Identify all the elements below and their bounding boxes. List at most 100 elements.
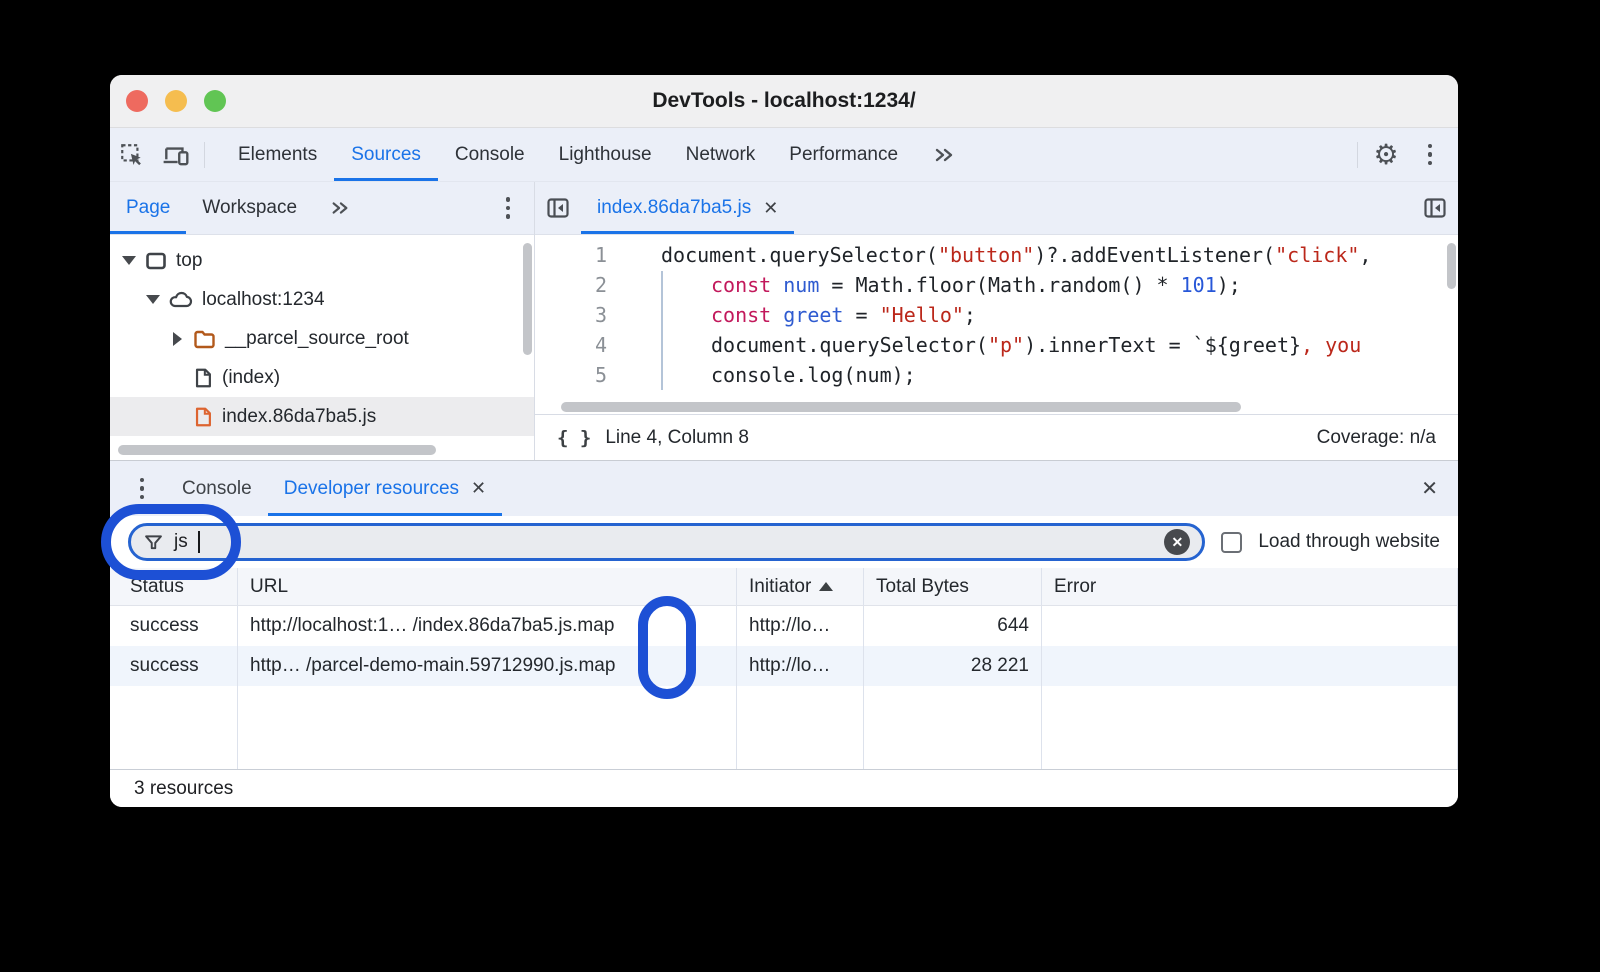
filter-value: js [174,531,188,553]
toggle-navigator-button[interactable] [535,182,581,234]
tree-item-localhost[interactable]: localhost:1234 [110,280,534,319]
navigator-menu-button[interactable] [490,190,526,226]
tab-console[interactable]: Console [438,128,542,181]
load-through-website-label: Load through website [1258,531,1440,553]
cloud-icon [168,288,194,312]
table-row[interactable]: successhttp… /parcel-demo-main.59712990.… [110,646,1458,686]
close-drawer-icon[interactable]: ✕ [1421,476,1438,501]
code-line-1: 1document.querySelector("button")?.addEv… [535,240,1458,270]
cell-error [1042,606,1458,646]
pretty-print-icon[interactable]: { } [557,427,591,449]
chevron-double-right-icon [329,198,351,218]
table-header-cell-initiator[interactable]: Initiator [737,568,864,605]
device-toolbar-button[interactable] [154,128,198,181]
navigator-tab-strip: Page Workspace [110,182,534,235]
line-number[interactable]: 1 [535,243,607,267]
more-panels-button[interactable] [915,128,973,181]
tab-lighthouse[interactable]: Lighthouse [542,128,669,181]
settings-button[interactable]: ⚙ [1364,128,1408,181]
chevron-double-right-icon [932,144,956,166]
tab-network[interactable]: Network [669,128,773,181]
gear-icon: ⚙ [1373,141,1398,169]
drawer-tab-strip: ConsoleDeveloper resources✕ ✕ [110,461,1458,516]
source-editor-pane: index.86da7ba5.js ✕ 1document.querySelec… [535,182,1458,460]
indent-guide [661,271,663,390]
table-header-cell-status[interactable]: Status [118,568,238,605]
cell-url: http… /parcel-demo-main.59712990.js.map [238,646,737,686]
inspect-element-button[interactable] [110,128,154,181]
filter-input[interactable]: js ✕ [128,523,1205,561]
code-editor[interactable]: 1document.querySelector("button")?.addEv… [535,235,1458,414]
drawer-status-bar: 3 resources [110,769,1458,807]
panel-right-toggle-icon [1422,196,1448,220]
inspect-cursor-icon [119,142,145,168]
resources-table-empty-area [110,686,1458,769]
cell-status: success [118,606,238,646]
traffic-lights [126,75,226,127]
zoom-window-button[interactable] [204,90,226,112]
funnel-filter-icon [143,532,164,553]
line-number[interactable]: 5 [535,363,607,387]
window-title: DevTools - localhost:1234/ [652,89,915,113]
editor-vertical-scrollbar[interactable] [1447,243,1456,289]
close-tab-icon[interactable]: ✕ [763,198,778,219]
cell-error [1042,646,1458,686]
device-toolbar-icon [162,142,190,168]
editor-tab-index-js[interactable]: index.86da7ba5.js ✕ [581,182,794,234]
drawer-menu-button[interactable] [124,471,160,507]
drawer-panel: ConsoleDeveloper resources✕ ✕ js ✕ Load … [110,460,1458,807]
cell-initiator: http://lo… [737,646,864,686]
toolbar-divider-right [1357,142,1358,168]
minimize-window-button[interactable] [165,90,187,112]
table-header-cell-total-bytes[interactable]: Total Bytes [864,568,1042,605]
devtools-window: DevTools - localhost:1234/ Elem [110,75,1458,807]
table-row[interactable]: successhttp://localhost:1… /index.86da7b… [110,606,1458,646]
tree-item-index-js[interactable]: index.86da7ba5.js [110,397,534,436]
text-cursor [198,531,200,553]
tree-item-index[interactable]: (index) [110,358,534,397]
tab-performance[interactable]: Performance [772,128,915,181]
code-line-4: 4document.querySelector("p").innerText =… [535,330,1458,360]
more-navigator-tabs-button[interactable] [313,182,367,234]
main-menu-button[interactable] [1408,128,1452,181]
tab-workspace[interactable]: Workspace [186,182,313,234]
tree-item-top[interactable]: top [110,241,534,280]
sidebar-horizontal-scrollbar[interactable] [118,445,436,455]
tab-page[interactable]: Page [110,182,186,234]
coverage-status: Coverage: n/a [1317,427,1436,449]
toggle-debugger-sidebar-button[interactable] [1412,182,1458,234]
code-line-2: 2const num = Math.floor(Math.random() * … [535,270,1458,300]
toolbar-divider [204,142,205,168]
title-bar: DevTools - localhost:1234/ [110,75,1458,128]
cell-status: success [118,646,238,686]
drawer-tab-console[interactable]: Console [166,461,268,516]
collapse-caret-icon[interactable] [144,295,162,304]
sort-ascending-icon [819,582,833,591]
cursor-position: Line 4, Column 8 [605,427,749,449]
drawer-tab-developer-resources[interactable]: Developer resources✕ [268,461,502,516]
line-number[interactable]: 4 [535,333,607,357]
code-line-5: 5console.log(num); [535,360,1458,390]
line-number[interactable]: 3 [535,303,607,327]
clear-filter-button[interactable]: ✕ [1164,529,1190,555]
table-header-cell-error[interactable]: Error [1042,568,1458,605]
tab-sources[interactable]: Sources [334,128,438,181]
close-window-button[interactable] [126,90,148,112]
resources-table-header: StatusURLInitiatorTotal BytesError [110,568,1458,606]
frame-icon [144,249,168,273]
close-drawer-tab-icon[interactable]: ✕ [471,478,486,499]
editor-horizontal-scrollbar[interactable] [561,402,1241,412]
developer-resources-toolbar: js ✕ Load through website [110,516,1458,568]
table-header-cell-url[interactable]: URL [238,568,737,605]
tab-elements[interactable]: Elements [221,128,334,181]
editor-tab-strip: index.86da7ba5.js ✕ [535,182,1458,235]
cell-total-bytes: 28 221 [864,646,1042,686]
tree-item-parcel-source-root[interactable]: __parcel_source_root [110,319,534,358]
line-number[interactable]: 2 [535,273,607,297]
file-tree: top localhost:1234 __parcel_source_root [110,235,534,460]
collapse-caret-icon[interactable] [120,256,138,265]
expand-caret-icon[interactable] [168,332,186,346]
navigator-sidebar: Page Workspace [110,182,535,460]
sidebar-vertical-scrollbar[interactable] [523,243,532,355]
load-through-website-checkbox[interactable] [1221,532,1242,553]
